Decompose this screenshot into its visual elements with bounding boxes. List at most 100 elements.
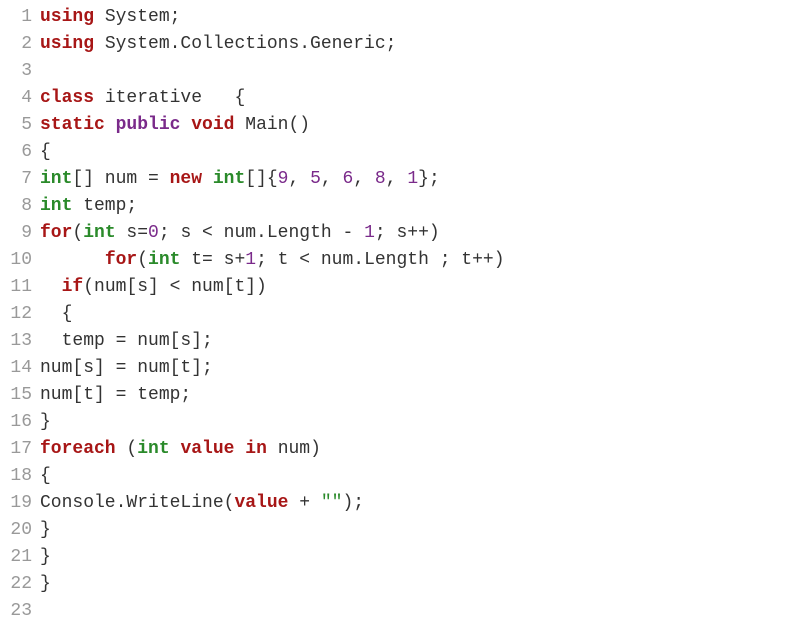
line-number: 17 xyxy=(4,436,40,463)
code-token: temp; xyxy=(72,196,137,216)
code-token: int xyxy=(148,250,180,270)
line-number: 1 xyxy=(4,4,40,31)
code-line[interactable]: 13 temp = num[s]; xyxy=(4,328,808,355)
line-number: 22 xyxy=(4,571,40,598)
code-token xyxy=(170,439,181,459)
code-line[interactable]: 11 if(num[s] < num[t]) xyxy=(4,274,808,301)
line-number: 8 xyxy=(4,193,40,220)
line-content[interactable]: { xyxy=(40,463,808,490)
code-token xyxy=(40,250,105,270)
code-line[interactable]: 8int temp; xyxy=(4,193,808,220)
code-line[interactable]: 7int[] num = new int[]{9, 5, 6, 8, 1}; xyxy=(4,166,808,193)
code-token: { xyxy=(40,304,72,324)
code-token: s= xyxy=(116,223,148,243)
code-line[interactable]: 23 xyxy=(4,598,808,625)
code-line[interactable]: 4class iterative { xyxy=(4,85,808,112)
code-editor[interactable]: 1using System;2using System.Collections.… xyxy=(4,4,808,625)
line-content[interactable]: num[t] = temp; xyxy=(40,382,808,409)
code-line[interactable]: 15num[t] = temp; xyxy=(4,382,808,409)
line-content[interactable]: if(num[s] < num[t]) xyxy=(40,274,808,301)
code-token: }; xyxy=(418,169,440,189)
code-token: value xyxy=(180,439,234,459)
code-line[interactable]: 12 { xyxy=(4,301,808,328)
code-token: ( xyxy=(137,250,148,270)
line-content[interactable]: num[s] = num[t]; xyxy=(40,355,808,382)
code-token: for xyxy=(105,250,137,270)
line-content[interactable]: temp = num[s]; xyxy=(40,328,808,355)
code-token: void xyxy=(191,115,234,135)
code-line[interactable]: 16} xyxy=(4,409,808,436)
line-content[interactable]: int[] num = new int[]{9, 5, 6, 8, 1}; xyxy=(40,166,808,193)
line-content[interactable]: using System; xyxy=(40,4,808,31)
line-content[interactable]: { xyxy=(40,139,808,166)
code-token: t= s+ xyxy=(180,250,245,270)
code-token: int xyxy=(137,439,169,459)
code-token: iterative { xyxy=(94,88,245,108)
line-number: 2 xyxy=(4,31,40,58)
line-number: 7 xyxy=(4,166,40,193)
code-token: } xyxy=(40,520,51,540)
line-content[interactable]: } xyxy=(40,544,808,571)
line-content[interactable]: foreach (int value in num) xyxy=(40,436,808,463)
code-token: System.Collections.Generic; xyxy=(94,34,396,54)
code-token: ; s++) xyxy=(375,223,440,243)
code-line[interactable]: 20} xyxy=(4,517,808,544)
line-content[interactable]: class iterative { xyxy=(40,85,808,112)
line-number: 23 xyxy=(4,598,40,625)
line-number: 16 xyxy=(4,409,40,436)
line-content[interactable]: } xyxy=(40,409,808,436)
code-token: using xyxy=(40,34,94,54)
line-content[interactable] xyxy=(40,598,808,625)
code-line[interactable]: 19Console.WriteLine(value + ""); xyxy=(4,490,808,517)
line-content[interactable]: Console.WriteLine(value + ""); xyxy=(40,490,808,517)
line-number: 5 xyxy=(4,112,40,139)
code-line[interactable]: 17foreach (int value in num) xyxy=(4,436,808,463)
code-token: Main() xyxy=(234,115,310,135)
code-token: ); xyxy=(342,493,364,513)
line-content[interactable]: } xyxy=(40,517,808,544)
code-line[interactable]: 22} xyxy=(4,571,808,598)
code-line[interactable]: 21} xyxy=(4,544,808,571)
code-token: } xyxy=(40,547,51,567)
line-content[interactable]: for(int t= s+1; t < num.Length ; t++) xyxy=(40,247,808,274)
line-content[interactable] xyxy=(40,58,808,85)
code-token xyxy=(234,439,245,459)
code-token: , xyxy=(386,169,408,189)
code-token: 5 xyxy=(310,169,321,189)
code-token: 1 xyxy=(407,169,418,189)
code-token: , xyxy=(321,169,343,189)
line-number: 9 xyxy=(4,220,40,247)
line-content[interactable]: { xyxy=(40,301,808,328)
code-line[interactable]: 1using System; xyxy=(4,4,808,31)
code-token: if xyxy=(62,277,84,297)
line-number: 6 xyxy=(4,139,40,166)
line-number: 10 xyxy=(4,247,40,274)
line-content[interactable]: } xyxy=(40,571,808,598)
code-token xyxy=(105,115,116,135)
line-number: 15 xyxy=(4,382,40,409)
line-number: 11 xyxy=(4,274,40,301)
code-line[interactable]: 5static public void Main() xyxy=(4,112,808,139)
code-token: Console.WriteLine( xyxy=(40,493,234,513)
code-token: num) xyxy=(267,439,321,459)
code-token xyxy=(202,169,213,189)
code-line[interactable]: 14num[s] = num[t]; xyxy=(4,355,808,382)
code-token: 8 xyxy=(375,169,386,189)
code-token: int xyxy=(83,223,115,243)
line-content[interactable]: static public void Main() xyxy=(40,112,808,139)
code-token: int xyxy=(40,196,72,216)
code-token: + xyxy=(288,493,320,513)
line-number: 21 xyxy=(4,544,40,571)
line-content[interactable]: for(int s=0; s < num.Length - 1; s++) xyxy=(40,220,808,247)
code-line[interactable]: 2using System.Collections.Generic; xyxy=(4,31,808,58)
code-token: ( xyxy=(72,223,83,243)
code-line[interactable]: 3 xyxy=(4,58,808,85)
line-content[interactable]: int temp; xyxy=(40,193,808,220)
code-line[interactable]: 9for(int s=0; s < num.Length - 1; s++) xyxy=(4,220,808,247)
code-token: 1 xyxy=(364,223,375,243)
code-line[interactable]: 6{ xyxy=(4,139,808,166)
line-content[interactable]: using System.Collections.Generic; xyxy=(40,31,808,58)
line-number: 20 xyxy=(4,517,40,544)
code-line[interactable]: 10 for(int t= s+1; t < num.Length ; t++) xyxy=(4,247,808,274)
code-line[interactable]: 18{ xyxy=(4,463,808,490)
